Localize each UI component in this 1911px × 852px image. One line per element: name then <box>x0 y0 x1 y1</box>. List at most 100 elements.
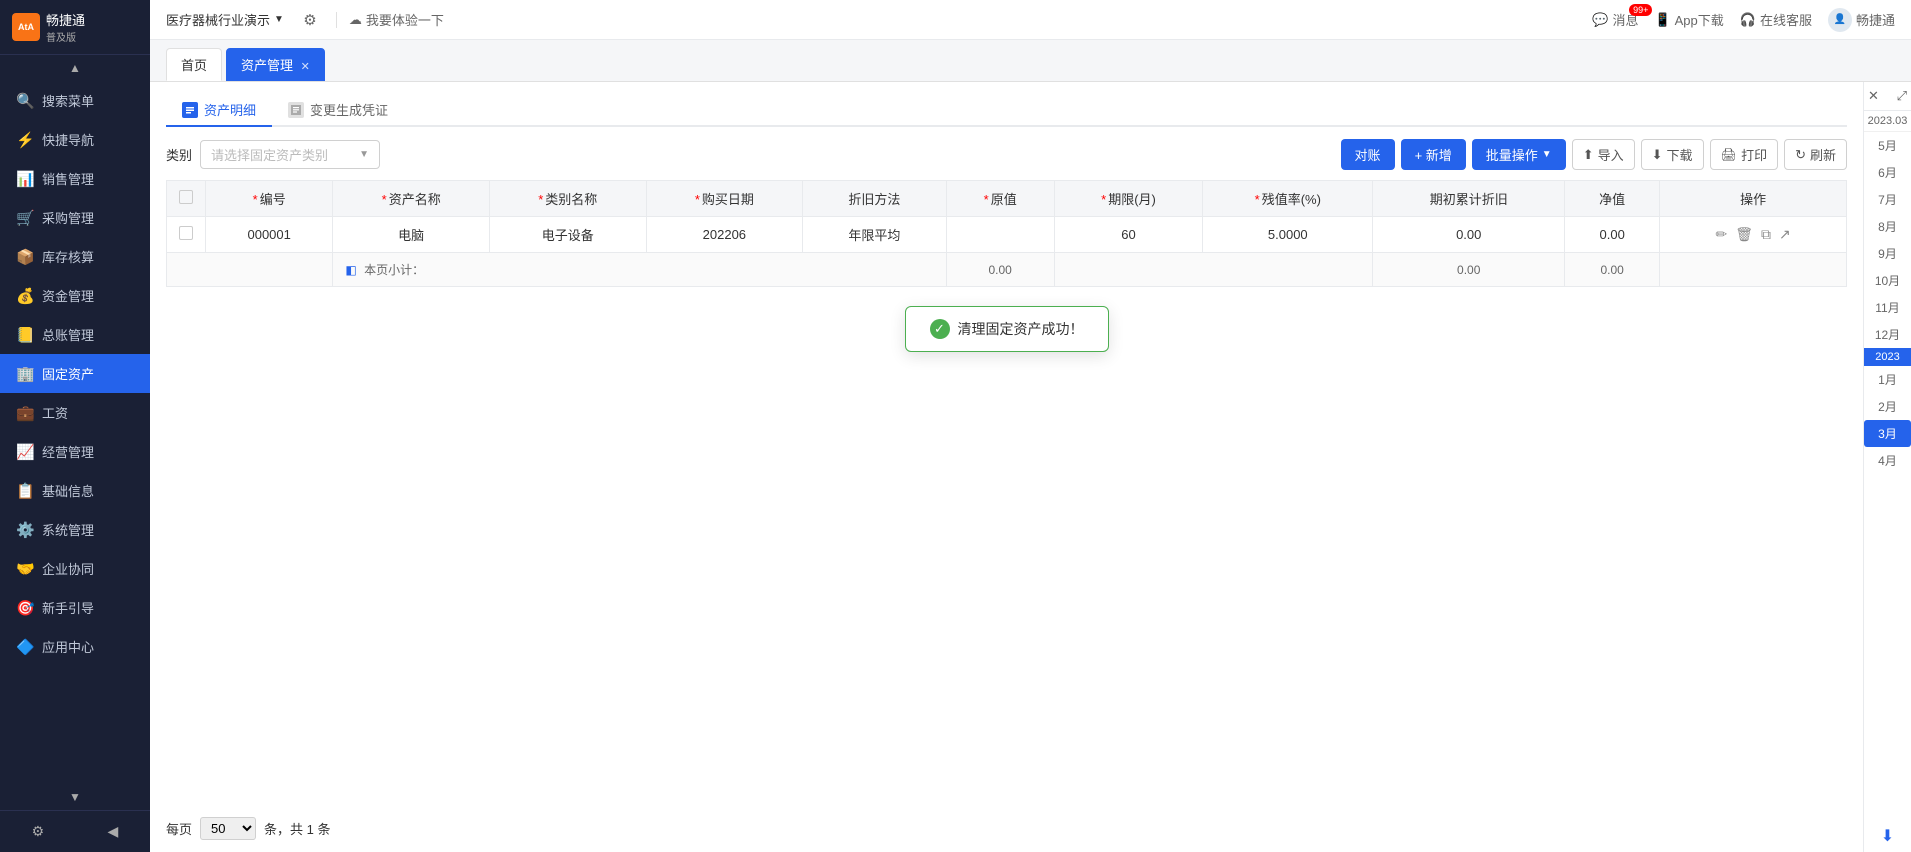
topbar-right: 💬 消息 99+ 📱 App下载 🎧 在线客服 👤 畅捷通 <box>1592 8 1895 32</box>
sidebar-item-inventory[interactable]: 📦 库存核算 <box>0 237 150 276</box>
sidebar-collapse-btn[interactable]: ◀ <box>100 819 127 844</box>
asset-detail-icon <box>182 102 198 118</box>
per-page-select[interactable]: 50 100 200 <box>200 817 256 840</box>
service-icon: 🎧 <box>1740 12 1756 28</box>
cell-residual-rate: 5.0000 <box>1203 217 1373 253</box>
panel-down-icon[interactable]: ⬇ <box>1881 826 1894 846</box>
sidebar-item-system[interactable]: ⚙️ 系统管理 <box>0 510 150 549</box>
user-profile-btn[interactable]: 👤 畅捷通 <box>1828 8 1895 32</box>
batch-btn[interactable]: 批量操作 ▼ <box>1472 139 1566 170</box>
col-category: *类别名称 <box>489 181 646 217</box>
reconcile-label: 对账 <box>1355 145 1381 164</box>
tab-close-icon[interactable]: ✕ <box>301 61 310 73</box>
sidebar-item-operations[interactable]: 📈 经营管理 <box>0 432 150 471</box>
import-btn[interactable]: ⬆ 导入 <box>1572 139 1635 170</box>
sub-tab-generate-voucher[interactable]: 变更生成凭证 <box>272 94 404 127</box>
sub-tab-asset-detail[interactable]: 资产明细 <box>166 94 272 127</box>
close-panel-icon[interactable]: ✕ <box>1868 88 1879 104</box>
asset-table-wrap: *编号 *资产名称 *类别名称 *购买日期 折旧方法 *原值 *期限(月) *残… <box>166 180 1847 809</box>
ledger-icon: 📒 <box>16 326 34 344</box>
sidebar-item-enterprise[interactable]: 🤝 企业协同 <box>0 549 150 588</box>
sidebar-item-fixed-assets[interactable]: 🏢 固定资产 <box>0 354 150 393</box>
sidebar-item-label: 库存核算 <box>42 247 94 266</box>
messages-btn[interactable]: 💬 消息 99+ <box>1592 10 1638 29</box>
col-net-value: 净值 <box>1565 181 1660 217</box>
per-page-label: 每页 <box>166 819 192 838</box>
expand-panel-icon[interactable]: ⤢ <box>1897 88 1907 104</box>
toolbar-left: 类别 请选择固定资产类别 ▼ <box>166 140 1333 169</box>
subtotal-icon: ◧ <box>345 263 356 277</box>
month-2[interactable]: 2月 <box>1864 393 1911 420</box>
app-download-btn[interactable]: 📱 App下载 <box>1654 10 1723 29</box>
app-version: 普及版 <box>46 29 85 44</box>
subtotal-label: 本页小计： <box>364 263 424 277</box>
sidebar-item-guide[interactable]: 🎯 新手引导 <box>0 588 150 627</box>
month-11[interactable]: 11月 <box>1864 294 1911 321</box>
sidebar-item-quick-nav[interactable]: ⚡ 快捷导航 <box>0 120 150 159</box>
delete-icon[interactable]: 🗑 <box>1735 226 1753 243</box>
panel-year-label: 2023.03 <box>1864 111 1911 132</box>
fixed-assets-icon: 🏢 <box>16 365 34 383</box>
row-checkbox[interactable] <box>179 226 193 240</box>
month-12[interactable]: 12月 <box>1864 321 1911 348</box>
month-1[interactable]: 1月 <box>1864 366 1911 393</box>
sidebar-scroll-down[interactable]: ▼ <box>67 788 83 806</box>
new-btn[interactable]: + 新增 <box>1401 139 1466 170</box>
sidebar-item-label: 应用中心 <box>42 637 94 656</box>
sidebar-item-payroll[interactable]: 💼 工资 <box>0 393 150 432</box>
sidebar-settings-btn[interactable]: ⚙ <box>24 819 53 844</box>
experience-btn[interactable]: ☁ 我要体验一下 <box>349 10 444 29</box>
sidebar-item-ledger[interactable]: 📒 总账管理 <box>0 315 150 354</box>
cell-original-value <box>946 217 1054 253</box>
select-all-checkbox[interactable] <box>179 190 193 204</box>
download-btn[interactable]: ⬇ 下载 <box>1641 139 1704 170</box>
messages-badge: 99+ <box>1629 4 1652 16</box>
sub-tab-asset-detail-label: 资产明细 <box>204 100 256 119</box>
tab-asset-mgmt[interactable]: 资产管理 ✕ <box>226 48 325 81</box>
refresh-label: 刷新 <box>1810 145 1836 164</box>
month-3-active[interactable]: 3月 <box>1864 420 1911 447</box>
operations-icon: 📈 <box>16 443 34 461</box>
sidebar-scroll-up[interactable]: ▲ <box>67 59 83 77</box>
tab-home[interactable]: 首页 <box>166 48 222 81</box>
sidebar-item-app-center[interactable]: 🔷 应用中心 <box>0 627 150 666</box>
sidebar-item-basic-info[interactable]: 📋 基础信息 <box>0 471 150 510</box>
month-6[interactable]: 6月 <box>1864 159 1911 186</box>
company-selector[interactable]: 医疗器械行业演示 ▼ <box>166 10 284 29</box>
copy-icon[interactable]: ⧉ <box>1761 226 1771 243</box>
search-icon: 🔍 <box>16 92 34 110</box>
sidebar-item-label: 固定资产 <box>42 364 94 383</box>
cell-category: 电子设备 <box>489 217 646 253</box>
cloud-icon: ☁ <box>349 12 362 28</box>
category-filter[interactable]: 请选择固定资产类别 ▼ <box>200 140 380 169</box>
total-label: 条，共 1 条 <box>264 819 330 838</box>
refresh-btn[interactable]: ↻ 刷新 <box>1784 139 1847 170</box>
sidebar-item-search[interactable]: 🔍 搜索菜单 <box>0 81 150 120</box>
download-icon: ⬇ <box>1652 147 1663 163</box>
month-4[interactable]: 4月 <box>1864 447 1911 474</box>
month-10[interactable]: 10月 <box>1864 267 1911 294</box>
col-name: *资产名称 <box>333 181 490 217</box>
month-8[interactable]: 8月 <box>1864 213 1911 240</box>
print-btn[interactable]: 🖨 打印 <box>1710 139 1779 170</box>
year-2023-label: 2023 <box>1864 348 1911 366</box>
edit-icon[interactable]: ✏ <box>1715 226 1727 243</box>
more-icon[interactable]: ↗ <box>1779 226 1791 243</box>
month-5[interactable]: 5月 <box>1864 132 1911 159</box>
toolbar: 类别 请选择固定资产类别 ▼ 对账 + 新增 批量操作 ▼ <box>166 139 1847 170</box>
sidebar-item-label: 工资 <box>42 403 68 422</box>
payroll-icon: 💼 <box>16 404 34 422</box>
col-initial-depr: 期初累计折旧 <box>1373 181 1565 217</box>
reconcile-btn[interactable]: 对账 <box>1341 139 1395 170</box>
month-7[interactable]: 7月 <box>1864 186 1911 213</box>
subtotal-net: 0.00 <box>1565 253 1660 287</box>
online-service-label: 在线客服 <box>1760 10 1812 29</box>
month-9[interactable]: 9月 <box>1864 240 1911 267</box>
online-service-btn[interactable]: 🎧 在线客服 <box>1740 10 1812 29</box>
table-row: 000001 电脑 电子设备 202206 年限平均 60 5.0000 0.0… <box>167 217 1847 253</box>
right-panel: ✕ ⤢ 2023.03 5月 6月 7月 8月 9月 10月 11月 12月 2… <box>1863 82 1911 852</box>
sidebar-item-purchase[interactable]: 🛒 采购管理 <box>0 198 150 237</box>
topbar-settings-btn[interactable]: ⚙ <box>296 6 324 34</box>
sidebar-item-funds[interactable]: 💰 资金管理 <box>0 276 150 315</box>
sidebar-item-sales[interactable]: 📊 销售管理 <box>0 159 150 198</box>
